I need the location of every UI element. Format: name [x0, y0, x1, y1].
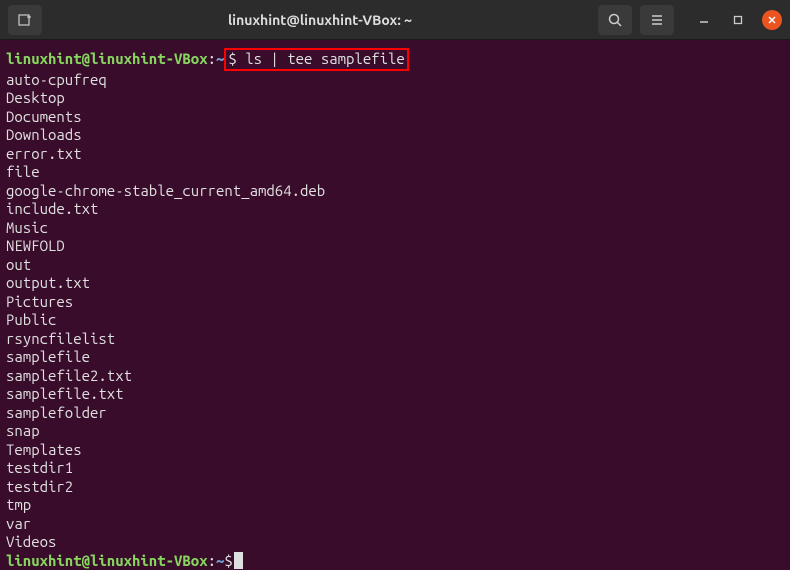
prompt-separator: :	[208, 50, 216, 67]
search-button[interactable]	[598, 5, 632, 35]
output-line: Desktop	[6, 89, 784, 108]
output-line: Templates	[6, 441, 784, 460]
prompt-path: ~	[216, 50, 224, 67]
output-line: tmp	[6, 496, 784, 515]
output-line: NEWFOLD	[6, 237, 784, 256]
new-tab-icon	[17, 12, 33, 28]
prompt-line: linuxhint@linuxhint-VBox:~$	[6, 552, 784, 570]
output-line: samplefile	[6, 348, 784, 367]
window-title: linuxhint@linuxhint-VBox: ~	[42, 12, 598, 28]
output-container: auto-cpufreqDesktopDocumentsDownloadserr…	[6, 71, 784, 552]
output-line: google-chrome-stable_current_amd64.deb	[6, 182, 784, 201]
prompt-symbol: $	[224, 552, 232, 569]
command-text: ls | tee samplefile	[237, 50, 405, 67]
output-line: out	[6, 256, 784, 275]
output-line: Public	[6, 311, 784, 330]
command-line: linuxhint@linuxhint-VBox:~$ ls | tee sam…	[6, 48, 784, 71]
minimize-button[interactable]	[694, 10, 714, 30]
titlebar-right	[598, 5, 782, 35]
output-line: samplefile.txt	[6, 385, 784, 404]
output-line: Documents	[6, 108, 784, 127]
output-line: Downloads	[6, 126, 784, 145]
output-line: file	[6, 163, 784, 182]
output-line: testdir2	[6, 478, 784, 497]
prompt-user-host: linuxhint@linuxhint-VBox	[6, 552, 208, 569]
hamburger-icon	[649, 12, 665, 28]
output-line: snap	[6, 422, 784, 441]
minimize-icon	[699, 15, 709, 25]
titlebar-left	[8, 5, 42, 35]
prompt-user-host: linuxhint@linuxhint-VBox	[6, 50, 208, 67]
output-line: Videos	[6, 533, 784, 552]
close-icon	[767, 15, 777, 25]
command-highlight: $ ls | tee samplefile	[224, 48, 408, 71]
maximize-icon	[733, 15, 743, 25]
output-line: samplefolder	[6, 404, 784, 423]
terminal-area[interactable]: linuxhint@linuxhint-VBox:~$ ls | tee sam…	[0, 40, 790, 560]
output-line: output.txt	[6, 274, 784, 293]
titlebar: linuxhint@linuxhint-VBox: ~	[0, 0, 790, 40]
output-line: rsyncfilelist	[6, 330, 784, 349]
maximize-button[interactable]	[728, 10, 748, 30]
output-line: Pictures	[6, 293, 784, 312]
window-controls	[694, 10, 782, 30]
menu-button[interactable]	[640, 5, 674, 35]
cursor	[234, 552, 243, 569]
close-button[interactable]	[762, 10, 782, 30]
search-icon	[607, 12, 623, 28]
output-line: var	[6, 515, 784, 534]
output-line: testdir1	[6, 459, 784, 478]
output-line: auto-cpufreq	[6, 71, 784, 90]
prompt-separator: :	[208, 552, 216, 569]
output-line: samplefile2.txt	[6, 367, 784, 386]
output-line: include.txt	[6, 200, 784, 219]
new-tab-button[interactable]	[8, 5, 42, 35]
output-line: error.txt	[6, 145, 784, 164]
output-line: Music	[6, 219, 784, 238]
prompt-symbol: $	[228, 50, 236, 67]
